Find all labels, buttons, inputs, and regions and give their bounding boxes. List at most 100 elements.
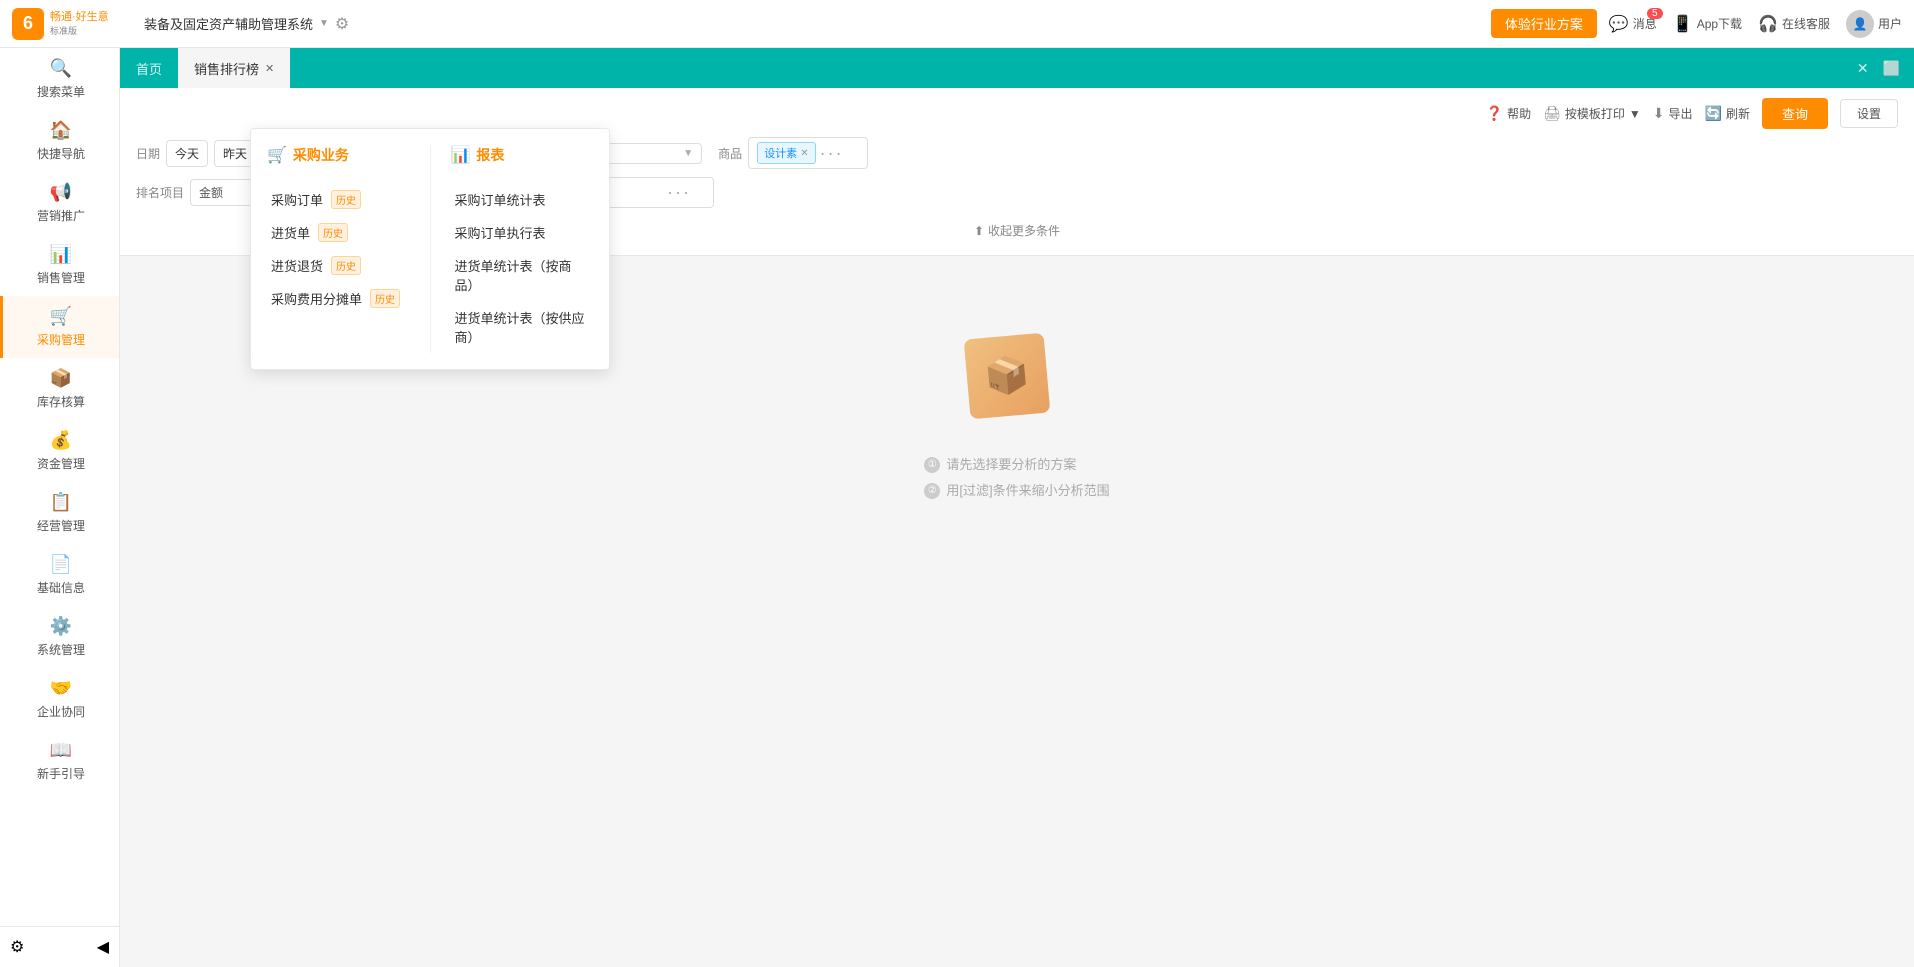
sidebar-item-stock[interactable]: 📦 库存核算 xyxy=(0,358,119,420)
rank-item-label: 排名项目 xyxy=(136,184,184,201)
sidebar-settings-icon[interactable]: ⚙ xyxy=(10,937,24,957)
headset-icon: 🎧 xyxy=(1758,14,1778,34)
notification-badge: 5 xyxy=(1647,8,1663,19)
date-preset-today[interactable]: 今天 xyxy=(166,140,208,167)
notification-action[interactable]: 💬 消息 5 xyxy=(1609,14,1657,34)
goods-input[interactable]: 设计素 ✕ ··· xyxy=(748,137,868,169)
return-label: 进货退货 xyxy=(271,256,323,275)
rank-item-value: 金额 xyxy=(199,184,223,201)
print-label: 按模板打印 xyxy=(1565,105,1625,122)
sidebar-item-marketing[interactable]: 📢 营销推广 xyxy=(0,172,119,234)
print-dropdown-icon[interactable]: ▼ xyxy=(1629,107,1641,121)
operation-icon: 📋 xyxy=(50,492,72,513)
home-icon: 🏠 xyxy=(50,120,72,141)
tab-close-all-icon[interactable]: ✕ xyxy=(1853,56,1873,81)
expense-label: 采购费用分摊单 xyxy=(271,289,362,308)
dropdown-divider xyxy=(430,145,431,353)
logo-badge: 标准版 xyxy=(50,24,109,37)
sidebar-collapse-icon[interactable]: ◀ xyxy=(97,937,109,957)
goods-tag-1-close[interactable]: ✕ xyxy=(800,148,808,159)
tab-sales-rank[interactable]: 销售排行榜 ✕ xyxy=(178,48,290,88)
customer-more-icon[interactable]: ··· xyxy=(667,182,691,203)
sidebar-item-purchase[interactable]: 🛒 采购管理 xyxy=(0,296,119,358)
print-btn[interactable]: 🖨 按模板打印 ▼ xyxy=(1543,105,1641,122)
sidebar-item-quicknav[interactable]: 🏠 快捷导航 xyxy=(0,110,119,172)
help-btn[interactable]: ❓ 帮助 xyxy=(1486,105,1531,122)
sidebar-item-sales[interactable]: 📊 销售管理 xyxy=(0,234,119,296)
system-title-area: 装备及固定资产辅助管理系统 ▼ ⚙ xyxy=(144,14,1479,34)
sidebar-item-search[interactable]: 🔍 搜索菜单 xyxy=(0,48,119,110)
purchase-report-title-icon: 📊 xyxy=(451,145,471,165)
empty-tips: ① 请先选择要分析的方案 ② 用[过滤]条件来缩小分析范围 xyxy=(924,452,1109,504)
sidebar-item-guide-label: 新手引导 xyxy=(37,765,85,782)
arrival-item[interactable]: 进货单 历史 xyxy=(267,216,410,249)
arrival-stat-supplier-item[interactable]: 进货单统计表（按供应商） xyxy=(451,301,594,353)
return-item[interactable]: 进货退货 历史 xyxy=(267,249,410,282)
stock-icon: 📦 xyxy=(50,368,72,389)
order-exec-label: 采购订单执行表 xyxy=(455,223,546,242)
marketing-icon: 📢 xyxy=(50,182,72,203)
tab-close-icon[interactable]: ✕ xyxy=(265,62,274,75)
purchase-order-item[interactable]: 采购订单 历史 xyxy=(267,183,410,216)
arrival-stat-goods-item[interactable]: 进货单统计表（按商品） xyxy=(451,249,594,301)
collapse-label: 收起更多条件 xyxy=(988,222,1060,239)
sidebar-item-sales-label: 销售管理 xyxy=(37,269,85,286)
sidebar-item-system-label: 系统管理 xyxy=(37,641,85,658)
expense-item[interactable]: 采购费用分摊单 历史 xyxy=(267,282,410,315)
online-service-action[interactable]: 🎧 在线客服 xyxy=(1758,14,1830,34)
expense-history-badge[interactable]: 历史 xyxy=(370,289,400,308)
logo-text: 畅通·好生意 xyxy=(50,10,109,24)
enterprise-icon: 🤝 xyxy=(50,678,72,699)
purchase-report-col: 📊 报表 采购订单统计表 采购订单执行表 进货单统计表（按商品） 进货单统计表（… xyxy=(451,145,594,353)
sidebar-item-enterprise-label: 企业协同 xyxy=(37,703,85,720)
purchase-business-title-icon: 🛒 xyxy=(267,145,287,165)
user-action[interactable]: 👤 用户 xyxy=(1846,10,1902,38)
export-btn[interactable]: ⬇ 导出 xyxy=(1653,105,1693,122)
goods-more-icon[interactable]: ··· xyxy=(820,143,844,164)
system-settings-icon[interactable]: ⚙ xyxy=(335,14,349,34)
tab-home[interactable]: 首页 xyxy=(120,48,178,88)
notification-icon: 💬 xyxy=(1609,14,1629,34)
settings-btn[interactable]: 设置 xyxy=(1840,99,1898,128)
sidebar-item-operation[interactable]: 📋 经营管理 xyxy=(0,482,119,544)
return-history-badge[interactable]: 历史 xyxy=(331,256,361,275)
sidebar-item-finance[interactable]: 💰 资金管理 xyxy=(0,420,119,482)
purchase-icon: 🛒 xyxy=(50,306,72,327)
sidebar-bottom: ⚙ ◀ xyxy=(0,926,119,967)
phone-icon: 📱 xyxy=(1673,14,1693,34)
voucher-status-chevron: ▼ xyxy=(683,148,693,159)
print-icon: 🖨 xyxy=(1543,105,1561,122)
tip-num-2: ② xyxy=(924,483,940,499)
tab-maximize-icon[interactable]: ⬜ xyxy=(1879,56,1904,81)
app-download-action[interactable]: 📱 App下载 xyxy=(1673,14,1742,34)
tab-bar-controls: ✕ ⬜ xyxy=(1853,56,1914,81)
arrival-history-badge[interactable]: 历史 xyxy=(318,223,348,242)
sidebar-item-basic[interactable]: 📄 基础信息 xyxy=(0,544,119,606)
purchase-order-history-badge[interactable]: 历史 xyxy=(331,190,361,209)
sidebar-item-purchase-label: 采购管理 xyxy=(37,331,85,348)
sidebar: 🔍 搜索菜单 🏠 快捷导航 📢 营销推广 📊 销售管理 🛒 采购管理 📦 库存核… xyxy=(0,48,120,967)
order-stat-item[interactable]: 采购订单统计表 xyxy=(451,183,594,216)
order-exec-item[interactable]: 采购订单执行表 xyxy=(451,216,594,249)
collapse-chevron-icon: ⬆ xyxy=(974,224,984,238)
system-icon: ⚙️ xyxy=(50,616,72,637)
purchase-order-label: 采购订单 xyxy=(271,190,323,209)
refresh-btn[interactable]: 🔄 刷新 xyxy=(1705,105,1750,122)
sidebar-item-stock-label: 库存核算 xyxy=(37,393,85,410)
logo-icon: 6 xyxy=(12,8,44,40)
purchase-business-title-text: 采购业务 xyxy=(293,145,349,165)
system-title-dropdown-icon[interactable]: ▼ xyxy=(319,18,329,29)
sidebar-item-system[interactable]: ⚙️ 系统管理 xyxy=(0,606,119,668)
sidebar-item-guide[interactable]: 📖 新手引导 xyxy=(0,730,119,792)
purchase-report-title-text: 报表 xyxy=(476,145,504,165)
user-label: 用户 xyxy=(1878,15,1902,32)
query-btn[interactable]: 查询 xyxy=(1762,98,1828,129)
tip-num-1: ① xyxy=(924,457,940,473)
sidebar-item-operation-label: 经营管理 xyxy=(37,517,85,534)
arrival-label: 进货单 xyxy=(271,223,310,242)
goods-label: 商品 xyxy=(718,145,742,162)
basic-icon: 📄 xyxy=(50,554,72,575)
industry-btn[interactable]: 体验行业方案 xyxy=(1491,9,1597,38)
order-stat-label: 采购订单统计表 xyxy=(455,190,546,209)
sidebar-item-enterprise[interactable]: 🤝 企业协同 xyxy=(0,668,119,730)
